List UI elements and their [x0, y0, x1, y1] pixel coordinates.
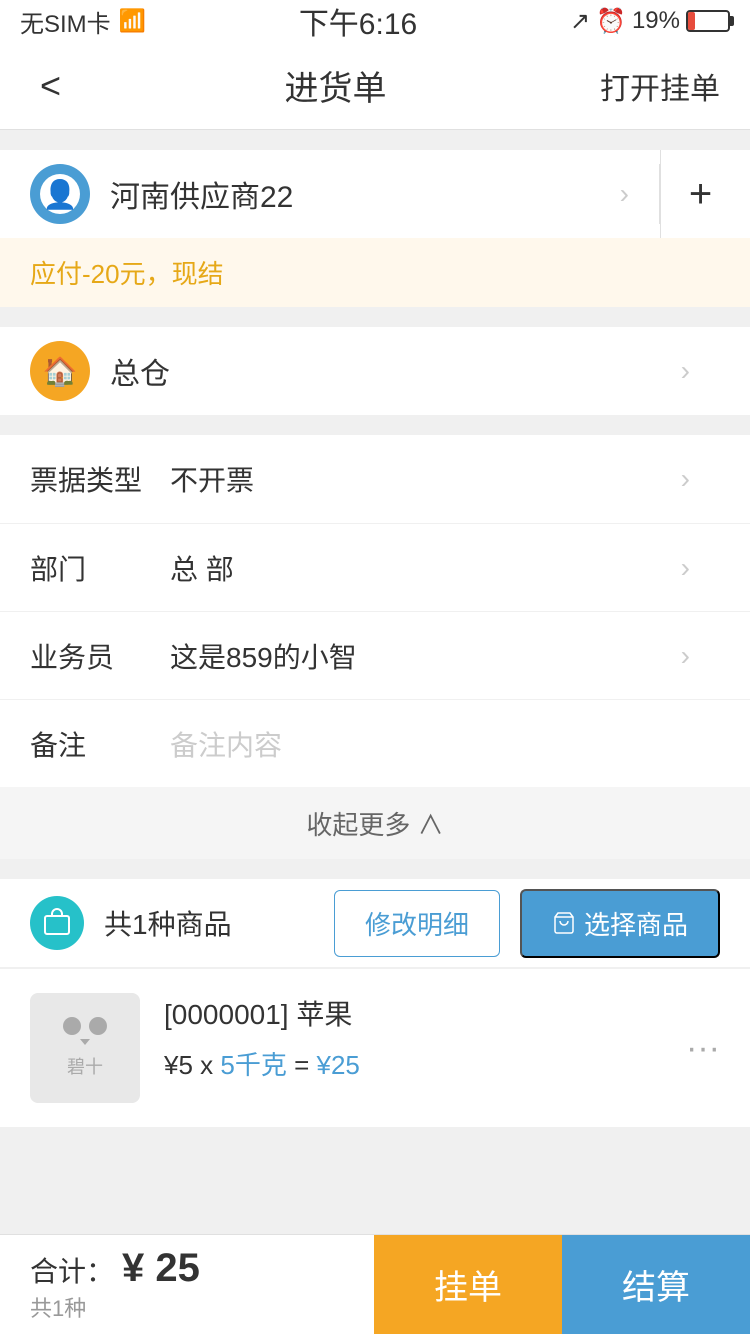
- total-sub: 共1种: [30, 1291, 344, 1323]
- total-label-text: 合计：: [30, 1250, 114, 1290]
- quantity-value: 5千克: [220, 1050, 286, 1080]
- owl-eyes: [63, 1017, 107, 1035]
- status-time: 下午6:16: [299, 0, 417, 43]
- price-value: ¥5 x: [164, 1050, 220, 1080]
- collapse-button[interactable]: 收起更多 ∧: [0, 787, 750, 859]
- battery-percent: 19%: [632, 7, 680, 35]
- salesperson-value: 这是859的小智: [170, 636, 681, 676]
- carrier-label: 无SIM卡: [20, 4, 111, 39]
- form-section: 票据类型 不开票 › 部门 总 部 › 业务员 这是859的小智 › 备注 备注…: [0, 435, 750, 787]
- bottom-bar: 合计： ¥ 25 共1种 挂单 结算: [0, 1234, 750, 1334]
- page-title: 进货单: [285, 61, 387, 110]
- avatar-icon: 👤: [43, 178, 78, 211]
- product-logo: 碧十: [63, 1017, 107, 1079]
- bottom-spacer: [0, 1127, 750, 1247]
- wifi-icon: 📶: [119, 8, 146, 34]
- select-product-button[interactable]: 选择商品: [520, 889, 720, 958]
- product-item: 碧十 [0000001] 苹果 ¥5 x 5千克 = ¥25 ···: [0, 969, 750, 1127]
- product-more-button[interactable]: ···: [686, 1029, 720, 1068]
- back-button[interactable]: <: [30, 55, 71, 117]
- equals-sign: =: [294, 1050, 316, 1080]
- warehouse-chevron-icon: ›: [681, 355, 690, 387]
- department-label: 部门: [30, 548, 150, 588]
- remark-input[interactable]: 备注内容: [170, 724, 720, 764]
- invoice-label: 票据类型: [30, 459, 150, 499]
- department-row[interactable]: 部门 总 部 ›: [0, 523, 750, 611]
- owl-eye-right: [89, 1017, 107, 1035]
- warehouse-section: 🏠 总仓 ›: [0, 327, 750, 415]
- product-count: 共1种商品: [104, 903, 314, 943]
- total-area: 合计： ¥ 25 共1种: [0, 1235, 374, 1334]
- warehouse-name: 总仓: [110, 349, 681, 393]
- owl-eye-left: [63, 1017, 81, 1035]
- checkout-button[interactable]: 结算: [562, 1235, 750, 1334]
- cart-icon: [552, 911, 576, 935]
- supplier-avatar: 👤: [30, 164, 90, 224]
- alert-text: 应付-20元，现结: [30, 259, 224, 289]
- remark-label: 备注: [30, 724, 150, 764]
- add-supplier-button[interactable]: +: [660, 150, 720, 238]
- total-value: ¥25: [317, 1050, 360, 1080]
- supplier-chevron-icon: ›: [620, 178, 629, 210]
- status-bar-left: 无SIM卡 📶: [20, 4, 146, 39]
- department-value: 总 部: [170, 548, 681, 588]
- salesperson-chevron-icon: ›: [681, 640, 690, 672]
- warehouse-row[interactable]: 🏠 总仓 ›: [0, 327, 750, 415]
- status-bar: 无SIM卡 📶 下午6:16 ↗ ⏰ 19%: [0, 0, 750, 42]
- salesperson-label: 业务员: [30, 636, 150, 676]
- section-gap-2: [0, 307, 750, 327]
- product-header-icon: [30, 896, 84, 950]
- nav-bar: < 进货单 打开挂单: [0, 42, 750, 130]
- invoice-row[interactable]: 票据类型 不开票 ›: [0, 435, 750, 523]
- product-header: 共1种商品 修改明细 选择商品: [0, 879, 750, 967]
- edit-detail-button[interactable]: 修改明细: [334, 890, 500, 957]
- remark-row[interactable]: 备注 备注内容: [0, 699, 750, 787]
- total-label-row: 合计： ¥ 25: [30, 1246, 344, 1291]
- hang-button[interactable]: 挂单: [374, 1235, 562, 1334]
- location-icon: ↗: [570, 7, 590, 36]
- product-thumbnail: 碧十: [30, 993, 140, 1103]
- invoice-value: 不开票: [170, 459, 681, 499]
- product-name: [0000001] 苹果: [164, 993, 662, 1033]
- total-amount: ¥ 25: [122, 1246, 200, 1291]
- supplier-row[interactable]: 👤 河南供应商22 › +: [0, 150, 750, 238]
- product-code: [0000001]: [164, 999, 296, 1030]
- collapse-label: 收起更多 ∧: [306, 805, 443, 842]
- product-info: [0000001] 苹果 ¥5 x 5千克 = ¥25: [164, 993, 662, 1082]
- supplier-name: 河南供应商22: [110, 172, 620, 216]
- avatar-inner: 👤: [40, 174, 80, 214]
- invoice-chevron-icon: ›: [681, 463, 690, 495]
- logo-text: 碧十: [67, 1053, 103, 1079]
- section-gap-1: [0, 130, 750, 150]
- supplier-section: 👤 河南供应商22 › + 应付-20元，现结: [0, 150, 750, 307]
- owl-beak: [80, 1039, 90, 1045]
- alarm-icon: ⏰: [596, 7, 626, 36]
- section-gap-3: [0, 415, 750, 435]
- section-gap-4: [0, 859, 750, 879]
- department-chevron-icon: ›: [681, 552, 690, 584]
- status-bar-right: ↗ ⏰ 19%: [570, 7, 730, 36]
- product-price: ¥5 x 5千克 = ¥25: [164, 1045, 662, 1082]
- product-title: 苹果: [296, 999, 352, 1030]
- select-product-label: 选择商品: [584, 905, 688, 942]
- salesperson-row[interactable]: 业务员 这是859的小智 ›: [0, 611, 750, 699]
- warehouse-icon: 🏠: [30, 341, 90, 401]
- battery-icon: [686, 10, 730, 32]
- open-pending-button[interactable]: 打开挂单: [600, 64, 720, 108]
- battery-fill: [688, 12, 695, 30]
- alert-banner: 应付-20元，现结: [0, 238, 750, 307]
